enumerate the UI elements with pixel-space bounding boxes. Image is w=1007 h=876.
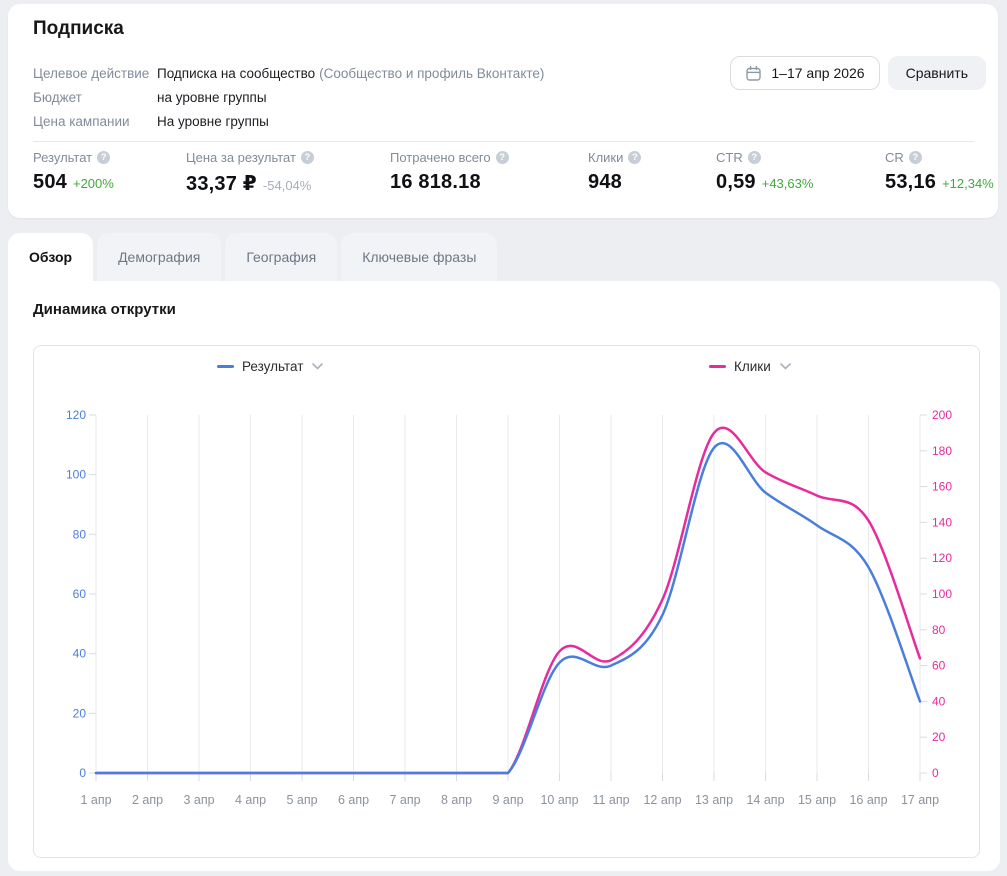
svg-text:5 апр: 5 апр: [286, 793, 317, 807]
svg-text:6 апр: 6 апр: [338, 793, 369, 807]
svg-text:15 апр: 15 апр: [798, 793, 836, 807]
date-range-picker[interactable]: 1–17 апр 2026: [730, 56, 880, 90]
info-value: на уровне группы: [157, 90, 267, 105]
dynamics-chart-card: Результат Клики 0 20 40 60 80 100 120 0 20 40 60 80…: [33, 345, 980, 858]
stat-result: Результат? 504 +200%: [33, 150, 114, 194]
svg-text:140: 140: [932, 515, 952, 529]
svg-text:8 апр: 8 апр: [441, 793, 472, 807]
stat-value: 0,59: [716, 171, 756, 193]
help-icon[interactable]: ?: [747, 151, 761, 164]
campaign-header-card: Подписка Целевое действие Подписка на со…: [8, 4, 998, 218]
help-icon[interactable]: ?: [628, 151, 642, 164]
info-value: Подписка на сообщество (Сообщество и проф…: [157, 66, 545, 81]
info-label: Бюджет: [33, 90, 82, 105]
stat-delta: -54,04%: [262, 178, 312, 193]
compare-button[interactable]: Сравнить: [887, 56, 986, 90]
svg-text:10 апр: 10 апр: [540, 793, 578, 807]
section-title: Динамика открутки: [33, 301, 176, 318]
help-icon[interactable]: ?: [97, 151, 111, 164]
info-label: Целевое действие: [33, 66, 150, 81]
stat-delta: +12,34%: [942, 176, 994, 191]
svg-text:3 апр: 3 апр: [183, 793, 214, 807]
stat-ctr: CTR? 0,59 +43,63%: [716, 150, 813, 194]
svg-text:120: 120: [932, 551, 952, 565]
svg-text:14 апр: 14 апр: [746, 793, 784, 807]
stat-delta: +43,63%: [761, 176, 814, 191]
info-row-target-action: Целевое действие Подписка на сообщество(…: [33, 62, 544, 86]
svg-text:4 апр: 4 апр: [235, 793, 266, 807]
overview-panel: Динамика открутки Результат Клики 0 20 40 6…: [8, 281, 1000, 871]
tab-keywords[interactable]: Ключевые фразы: [341, 233, 498, 281]
svg-text:0: 0: [932, 766, 939, 780]
campaign-title: Подписка: [33, 18, 124, 39]
header-controls: 1–17 апр 2026 Сравнить: [730, 56, 986, 90]
stat-cost-per-result: Цена за результат? 33,37 ₽ -54,04%: [186, 150, 314, 196]
svg-text:7 апр: 7 апр: [389, 793, 420, 807]
stat-value: 948: [588, 171, 622, 193]
stat-label: Результат: [33, 150, 93, 165]
campaign-info: Целевое действие Подписка на сообщество(…: [33, 62, 544, 134]
svg-text:20: 20: [73, 706, 87, 720]
stats-divider: [33, 141, 974, 142]
svg-text:2 апр: 2 апр: [132, 793, 163, 807]
stat-label: Клики: [588, 150, 624, 165]
svg-text:120: 120: [66, 408, 86, 422]
stat-clicks: Клики? 948: [588, 150, 642, 194]
stat-label: Потрачено всего: [390, 150, 491, 165]
svg-text:100: 100: [932, 587, 952, 601]
svg-text:60: 60: [932, 659, 946, 673]
tab-overview[interactable]: Обзор: [8, 233, 94, 281]
help-icon[interactable]: ?: [908, 151, 922, 164]
svg-text:12 апр: 12 апр: [643, 793, 681, 807]
svg-text:60: 60: [73, 587, 87, 601]
svg-text:180: 180: [932, 444, 952, 458]
stat-delta: +200%: [72, 176, 114, 191]
info-row-campaign-price: Цена кампании На уровне группы: [33, 110, 544, 134]
stat-value: 16 818.18: [390, 171, 481, 193]
stat-label: CTR: [716, 150, 743, 165]
svg-text:17 апр: 17 апр: [901, 793, 939, 807]
stat-cr: CR? 53,16 +12,34%: [885, 150, 994, 194]
svg-text:200: 200: [932, 408, 952, 422]
stat-value: 33,37 ₽: [186, 173, 257, 195]
svg-text:80: 80: [73, 527, 87, 541]
help-icon[interactable]: ?: [300, 151, 314, 164]
calendar-icon: [746, 65, 762, 81]
svg-text:20: 20: [932, 730, 946, 744]
stat-label: Цена за результат: [186, 150, 296, 165]
svg-text:11 апр: 11 апр: [592, 793, 629, 807]
tab-demography[interactable]: Демография: [97, 233, 222, 281]
help-icon[interactable]: ?: [495, 151, 509, 164]
svg-text:1 апр: 1 апр: [80, 793, 111, 807]
info-label: Цена кампании: [33, 114, 130, 129]
svg-text:40: 40: [932, 694, 946, 708]
stat-total-spent: Потрачено всего? 16 818.18: [390, 150, 509, 194]
svg-text:160: 160: [932, 480, 952, 494]
stat-label: CR: [885, 150, 904, 165]
svg-text:9 апр: 9 апр: [492, 793, 523, 807]
dynamics-chart: 0 20 40 60 80 100 120 0 20 40 60 80 100 120 140 160 180 2…: [66, 408, 952, 807]
info-row-budget: Бюджет на уровне группы: [33, 86, 544, 110]
svg-text:80: 80: [932, 623, 946, 637]
svg-text:40: 40: [73, 647, 87, 661]
svg-text:100: 100: [66, 468, 86, 482]
info-value: На уровне группы: [157, 114, 269, 129]
tab-geography[interactable]: География: [225, 233, 338, 281]
svg-text:0: 0: [79, 766, 86, 780]
stat-value: 53,16: [885, 171, 937, 193]
date-range-label: 1–17 апр 2026: [771, 65, 865, 81]
report-tabs: Обзор Демография География Ключевые фраз…: [8, 233, 498, 281]
svg-text:13 апр: 13 апр: [695, 793, 733, 807]
svg-text:16 апр: 16 апр: [849, 793, 887, 807]
stat-value: 504: [33, 171, 67, 193]
